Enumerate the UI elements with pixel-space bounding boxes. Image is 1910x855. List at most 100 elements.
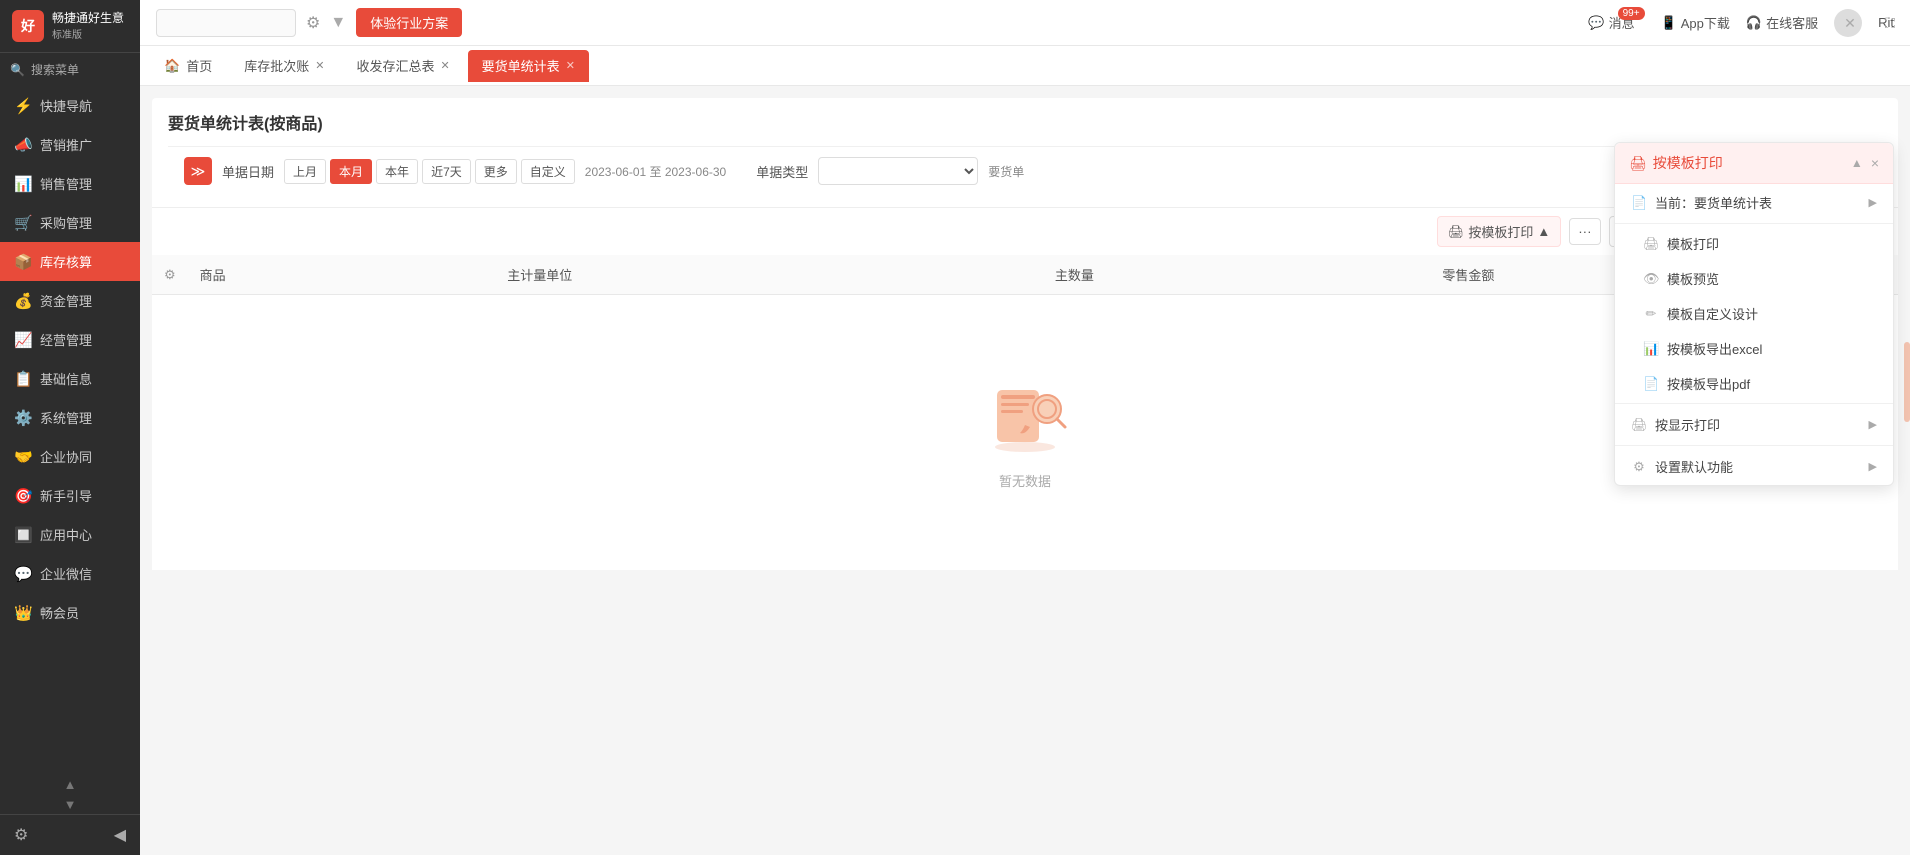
table-settings-gear[interactable]: ⚙ bbox=[164, 267, 176, 282]
display-printer-icon: 🖨 bbox=[1631, 417, 1647, 433]
online-service-btn[interactable]: 🎧 在线客服 bbox=[1746, 13, 1818, 32]
sidebar-item-wechat[interactable]: 💬 企业微信 bbox=[0, 554, 140, 593]
dropdown-item-export-excel[interactable]: 📊 按模板导出excel bbox=[1615, 331, 1893, 366]
dropdown-item-template-print[interactable]: 🖨 模板打印 bbox=[1615, 226, 1893, 261]
sidebar-item-purchase[interactable]: 🛒 采购管理 bbox=[0, 203, 140, 242]
window-controls: ✕ ⛶ bbox=[1830, 0, 1910, 46]
date-btn-custom[interactable]: 自定义 bbox=[521, 159, 575, 184]
dropdown-template-preview-label: 模板预览 bbox=[1667, 269, 1719, 288]
dropdown-item-export-pdf[interactable]: 📄 按模板导出pdf bbox=[1615, 366, 1893, 401]
dropdown-item-template-preview[interactable]: 👁 模板预览 bbox=[1615, 261, 1893, 296]
sidebar-scroll-up[interactable]: ▲ bbox=[0, 774, 140, 794]
headset-icon: 🎧 bbox=[1746, 15, 1762, 31]
col-settings: ⚙ bbox=[152, 255, 188, 295]
purchase-icon: 🛒 bbox=[14, 214, 32, 232]
sidebar-item-guide[interactable]: 🎯 新手引导 bbox=[0, 476, 140, 515]
print-dropdown-close-btn[interactable]: × bbox=[1871, 155, 1879, 171]
sidebar-item-label: 企业协同 bbox=[40, 447, 92, 466]
dropdown-item-display-print[interactable]: 🖨 按显示打印 ▶ bbox=[1615, 406, 1893, 443]
tab-receipt-summary[interactable]: 收发存汇总表 ✕ bbox=[342, 50, 463, 82]
collab-icon: 🤝 bbox=[14, 448, 32, 466]
dropdown-item-default-func[interactable]: ⚙ 设置默认功能 ▶ bbox=[1615, 448, 1893, 485]
divider-3 bbox=[1615, 445, 1893, 446]
operations-icon: 📈 bbox=[14, 331, 32, 349]
content-area: 要货单统计表(按商品) ≫ 单据日期 上月 本月 本年 近7天 更多 自定义 2… bbox=[140, 86, 1910, 855]
more-options-btn[interactable]: ··· bbox=[1569, 218, 1600, 245]
print-btn-label: 按模板打印 bbox=[1468, 222, 1533, 241]
page-title: 要货单统计表(按商品) bbox=[168, 110, 1882, 134]
tab-inventory-batch[interactable]: 库存批次账 ✕ bbox=[230, 50, 338, 82]
topbar-gear-icon[interactable]: ⚙ bbox=[306, 13, 320, 33]
tab-inventory-batch-label: 库存批次账 bbox=[244, 56, 309, 75]
sidebar-item-label: 新手引导 bbox=[40, 486, 92, 505]
eye-icon: 👁 bbox=[1643, 271, 1659, 287]
chevron-right-icon-2: ▶ bbox=[1869, 418, 1877, 431]
dropdown-template-print-label: 模板打印 bbox=[1667, 234, 1719, 253]
excel-icon: 📊 bbox=[1643, 341, 1659, 357]
maximize-btn[interactable]: ⛶ bbox=[1870, 0, 1910, 46]
search-menu-label: 搜索菜单 bbox=[31, 61, 79, 78]
inventory-icon: 📦 bbox=[14, 253, 32, 271]
sidebar-item-collab[interactable]: 🤝 企业协同 bbox=[0, 437, 140, 476]
doc-icon: 📄 bbox=[1631, 195, 1647, 211]
collapse-icon[interactable]: ◀ bbox=[114, 825, 126, 845]
chevron-up-print-icon[interactable]: ▲ bbox=[1851, 156, 1863, 170]
print-dropdown-title-label: 按模板打印 bbox=[1653, 153, 1723, 173]
dropdown-item-template-design[interactable]: ✏ 模板自定义设计 bbox=[1615, 296, 1893, 331]
dropdown-export-excel-label: 按模板导出excel bbox=[1667, 339, 1762, 358]
filter-expand-btn[interactable]: ≫ bbox=[184, 157, 212, 185]
sidebar-item-label: 库存核算 bbox=[40, 252, 92, 271]
sidebar-item-label: 营销推广 bbox=[40, 135, 92, 154]
topbar-search-input[interactable] bbox=[156, 9, 296, 37]
sidebar-item-apps[interactable]: 🔲 应用中心 bbox=[0, 515, 140, 554]
settings-icon[interactable]: ⚙ bbox=[14, 825, 28, 845]
date-filter-label: 单据日期 bbox=[222, 162, 274, 181]
sidebar-item-marketing[interactable]: 📣 营销推广 bbox=[0, 125, 140, 164]
trial-btn[interactable]: 体验行业方案 bbox=[356, 8, 462, 37]
app-download-btn[interactable]: 📱 App下载 bbox=[1661, 13, 1730, 32]
dropdown-item-current[interactable]: 📄 当前：要货单统计表 ▶ bbox=[1615, 184, 1893, 221]
sidebar-item-member[interactable]: 👑 畅会员 bbox=[0, 593, 140, 632]
tab-home[interactable]: 🏠 首页 bbox=[150, 50, 226, 82]
date-btn-this-month[interactable]: 本月 bbox=[330, 159, 372, 184]
topbar-dropdown-icon[interactable]: ▼ bbox=[330, 14, 346, 32]
topbar: ⚙ ▼ 体验行业方案 💬 消息 99+ 📱 App下载 🎧 在线客服 Rit ✕ bbox=[140, 0, 1910, 46]
sidebar-scroll-down[interactable]: ▼ bbox=[0, 794, 140, 814]
print-dropdown-title: 🖨 按模板打印 bbox=[1629, 153, 1723, 173]
edit-icon: ✏ bbox=[1643, 306, 1659, 322]
logo-icon: 好 bbox=[12, 10, 44, 42]
tab-close-icon[interactable]: ✕ bbox=[315, 59, 324, 72]
sidebar-item-basic[interactable]: 📋 基础信息 bbox=[0, 359, 140, 398]
sidebar-item-quicknav[interactable]: ⚡ 快捷导航 bbox=[0, 86, 140, 125]
divider-2 bbox=[1615, 403, 1893, 404]
close-btn[interactable]: ✕ bbox=[1830, 0, 1870, 46]
sidebar: 好 畅捷通好生意 标准版 🔍 搜索菜单 ⚡ 快捷导航 📣 营销推广 📊 销售管理… bbox=[0, 0, 140, 855]
date-btn-last-month[interactable]: 上月 bbox=[284, 159, 326, 184]
empty-illustration bbox=[975, 375, 1075, 455]
sidebar-item-system[interactable]: ⚙️ 系统管理 bbox=[0, 398, 140, 437]
sidebar-item-label: 基础信息 bbox=[40, 369, 92, 388]
chevron-right-icon-3: ▶ bbox=[1869, 460, 1877, 473]
tab-close-icon[interactable]: ✕ bbox=[440, 59, 449, 72]
sidebar-item-operations[interactable]: 📈 经营管理 bbox=[0, 320, 140, 359]
dropdown-display-print-label: 按显示打印 bbox=[1655, 415, 1720, 434]
tab-close-icon[interactable]: ✕ bbox=[566, 59, 575, 72]
sidebar-item-inventory[interactable]: 📦 库存核算 bbox=[0, 242, 140, 281]
system-icon: ⚙️ bbox=[14, 409, 32, 427]
date-btn-7days[interactable]: 近7天 bbox=[422, 159, 471, 184]
print-btn[interactable]: 🖨 按模板打印 ▲ bbox=[1437, 216, 1561, 247]
divider bbox=[1615, 223, 1893, 224]
main-area: ⚙ ▼ 体验行业方案 💬 消息 99+ 📱 App下载 🎧 在线客服 Rit ✕ bbox=[140, 0, 1910, 855]
date-btn-more[interactable]: 更多 bbox=[475, 159, 517, 184]
sidebar-item-label: 畅会员 bbox=[40, 603, 79, 622]
printer-icon-sm: 🖨 bbox=[1643, 236, 1659, 252]
print-dropdown-header: 🖨 按模板打印 ▲ × bbox=[1615, 143, 1893, 184]
tab-order-stats[interactable]: 要货单统计表 ✕ bbox=[468, 50, 589, 82]
sidebar-item-sales[interactable]: 📊 销售管理 bbox=[0, 164, 140, 203]
type-filter-select[interactable] bbox=[818, 157, 978, 185]
date-btn-this-year[interactable]: 本年 bbox=[376, 159, 418, 184]
sidebar-item-finance[interactable]: 💰 资金管理 bbox=[0, 281, 140, 320]
search-menu-item[interactable]: 🔍 搜索菜单 bbox=[0, 53, 140, 86]
message-btn[interactable]: 💬 消息 99+ bbox=[1588, 13, 1634, 32]
col-qty: 主数量 bbox=[1043, 255, 1431, 295]
